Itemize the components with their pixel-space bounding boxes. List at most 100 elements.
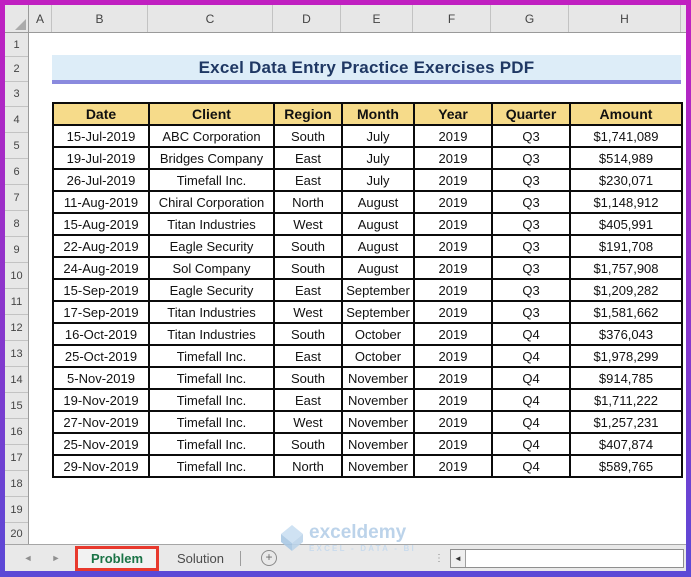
cell-H8[interactable]: $1,148,912 <box>569 190 683 214</box>
cell-E5[interactable]: July <box>341 124 415 148</box>
cell-F16[interactable]: 2019 <box>413 366 493 390</box>
cell-E9[interactable]: August <box>341 212 415 236</box>
cell-E18[interactable]: November <box>341 410 415 434</box>
cell-B15[interactable]: 25-Oct-2019 <box>52 344 150 368</box>
prev-sheet-icon[interactable]: ◄ <box>21 553 35 563</box>
cell-G10[interactable]: Q3 <box>491 234 571 258</box>
cell-F17[interactable]: 2019 <box>413 388 493 412</box>
row-number-1[interactable]: 1 <box>5 33 28 57</box>
cell-C20[interactable]: Timefall Inc. <box>148 454 275 478</box>
cell-E10[interactable]: August <box>341 234 415 258</box>
cell-C8[interactable]: Chiral Corporation <box>148 190 275 214</box>
cell-D13[interactable]: West <box>273 300 343 324</box>
cell-G6[interactable]: Q3 <box>491 146 571 170</box>
cell-F9[interactable]: 2019 <box>413 212 493 236</box>
cell-D8[interactable]: North <box>273 190 343 214</box>
row-number-18[interactable]: 18 <box>5 471 28 497</box>
col-letter-A[interactable]: A <box>29 5 52 32</box>
cell-D19[interactable]: South <box>273 432 343 456</box>
cell-E8[interactable]: August <box>341 190 415 214</box>
cell-E7[interactable]: July <box>341 168 415 192</box>
cell-D11[interactable]: South <box>273 256 343 280</box>
cell-H12[interactable]: $1,209,282 <box>569 278 683 302</box>
cell-H18[interactable]: $1,257,231 <box>569 410 683 434</box>
tab-problem[interactable]: Problem <box>91 551 143 566</box>
cell-D16[interactable]: South <box>273 366 343 390</box>
cell-G9[interactable]: Q3 <box>491 212 571 236</box>
row-number-8[interactable]: 8 <box>5 211 28 237</box>
cell-F11[interactable]: 2019 <box>413 256 493 280</box>
cell-E20[interactable]: November <box>341 454 415 478</box>
cell-G8[interactable]: Q3 <box>491 190 571 214</box>
cell-F5[interactable]: 2019 <box>413 124 493 148</box>
cell-C7[interactable]: Timefall Inc. <box>148 168 275 192</box>
cell-G17[interactable]: Q4 <box>491 388 571 412</box>
cell-E11[interactable]: August <box>341 256 415 280</box>
cell-F14[interactable]: 2019 <box>413 322 493 346</box>
cell-E13[interactable]: September <box>341 300 415 324</box>
cell-D7[interactable]: East <box>273 168 343 192</box>
cell-E19[interactable]: November <box>341 432 415 456</box>
cell-H10[interactable]: $191,708 <box>569 234 683 258</box>
cell-B10[interactable]: 22-Aug-2019 <box>52 234 150 258</box>
col-letter-D[interactable]: D <box>273 5 341 32</box>
cell-D4[interactable]: Region <box>273 102 343 126</box>
add-sheet-button[interactable]: + <box>261 550 277 566</box>
select-all-corner[interactable] <box>5 5 29 32</box>
cell-C11[interactable]: Sol Company <box>148 256 275 280</box>
col-letter-F[interactable]: F <box>413 5 491 32</box>
scroll-left-icon[interactable]: ◄ <box>451 549 466 567</box>
cell-D6[interactable]: East <box>273 146 343 170</box>
cell-D14[interactable]: South <box>273 322 343 346</box>
cell-H11[interactable]: $1,757,908 <box>569 256 683 280</box>
cell-G18[interactable]: Q4 <box>491 410 571 434</box>
cell-B16[interactable]: 5-Nov-2019 <box>52 366 150 390</box>
cell-C10[interactable]: Eagle Security <box>148 234 275 258</box>
row-number-2[interactable]: 2 <box>5 57 28 82</box>
cell-H13[interactable]: $1,581,662 <box>569 300 683 324</box>
cell-B7[interactable]: 26-Jul-2019 <box>52 168 150 192</box>
cell-E15[interactable]: October <box>341 344 415 368</box>
cell-C14[interactable]: Titan Industries <box>148 322 275 346</box>
cell-C19[interactable]: Timefall Inc. <box>148 432 275 456</box>
scrollbar-track[interactable] <box>466 549 683 567</box>
cell-G11[interactable]: Q3 <box>491 256 571 280</box>
cell-H7[interactable]: $230,071 <box>569 168 683 192</box>
cell-F4[interactable]: Year <box>413 102 493 126</box>
cell-E16[interactable]: November <box>341 366 415 390</box>
cell-H20[interactable]: $589,765 <box>569 454 683 478</box>
row-number-10[interactable]: 10 <box>5 263 28 289</box>
cell-E12[interactable]: September <box>341 278 415 302</box>
cell-C12[interactable]: Eagle Security <box>148 278 275 302</box>
row-number-14[interactable]: 14 <box>5 367 28 393</box>
col-letter-B[interactable]: B <box>52 5 148 32</box>
col-letter-C[interactable]: C <box>148 5 273 32</box>
cell-G19[interactable]: Q4 <box>491 432 571 456</box>
cell-C5[interactable]: ABC Corporation <box>148 124 275 148</box>
cell-F12[interactable]: 2019 <box>413 278 493 302</box>
cell-B4[interactable]: Date <box>52 102 150 126</box>
row-number-5[interactable]: 5 <box>5 133 28 159</box>
cell-F19[interactable]: 2019 <box>413 432 493 456</box>
cell-G14[interactable]: Q4 <box>491 322 571 346</box>
row-number-15[interactable]: 15 <box>5 393 28 419</box>
cell-G5[interactable]: Q3 <box>491 124 571 148</box>
cell-D10[interactable]: South <box>273 234 343 258</box>
cell-H9[interactable]: $405,991 <box>569 212 683 236</box>
row-number-6[interactable]: 6 <box>5 159 28 185</box>
cell-F15[interactable]: 2019 <box>413 344 493 368</box>
cell-G13[interactable]: Q3 <box>491 300 571 324</box>
cell-C17[interactable]: Timefall Inc. <box>148 388 275 412</box>
cell-D20[interactable]: North <box>273 454 343 478</box>
cell-C6[interactable]: Bridges Company <box>148 146 275 170</box>
cell-F6[interactable]: 2019 <box>413 146 493 170</box>
cell-G20[interactable]: Q4 <box>491 454 571 478</box>
scrollbar-grip-icon[interactable]: ⋮ <box>434 553 444 564</box>
cell-B19[interactable]: 25-Nov-2019 <box>52 432 150 456</box>
row-number-13[interactable]: 13 <box>5 341 28 367</box>
cell-H19[interactable]: $407,874 <box>569 432 683 456</box>
cell-E17[interactable]: November <box>341 388 415 412</box>
cell-E14[interactable]: October <box>341 322 415 346</box>
cell-E4[interactable]: Month <box>341 102 415 126</box>
cell-D9[interactable]: West <box>273 212 343 236</box>
